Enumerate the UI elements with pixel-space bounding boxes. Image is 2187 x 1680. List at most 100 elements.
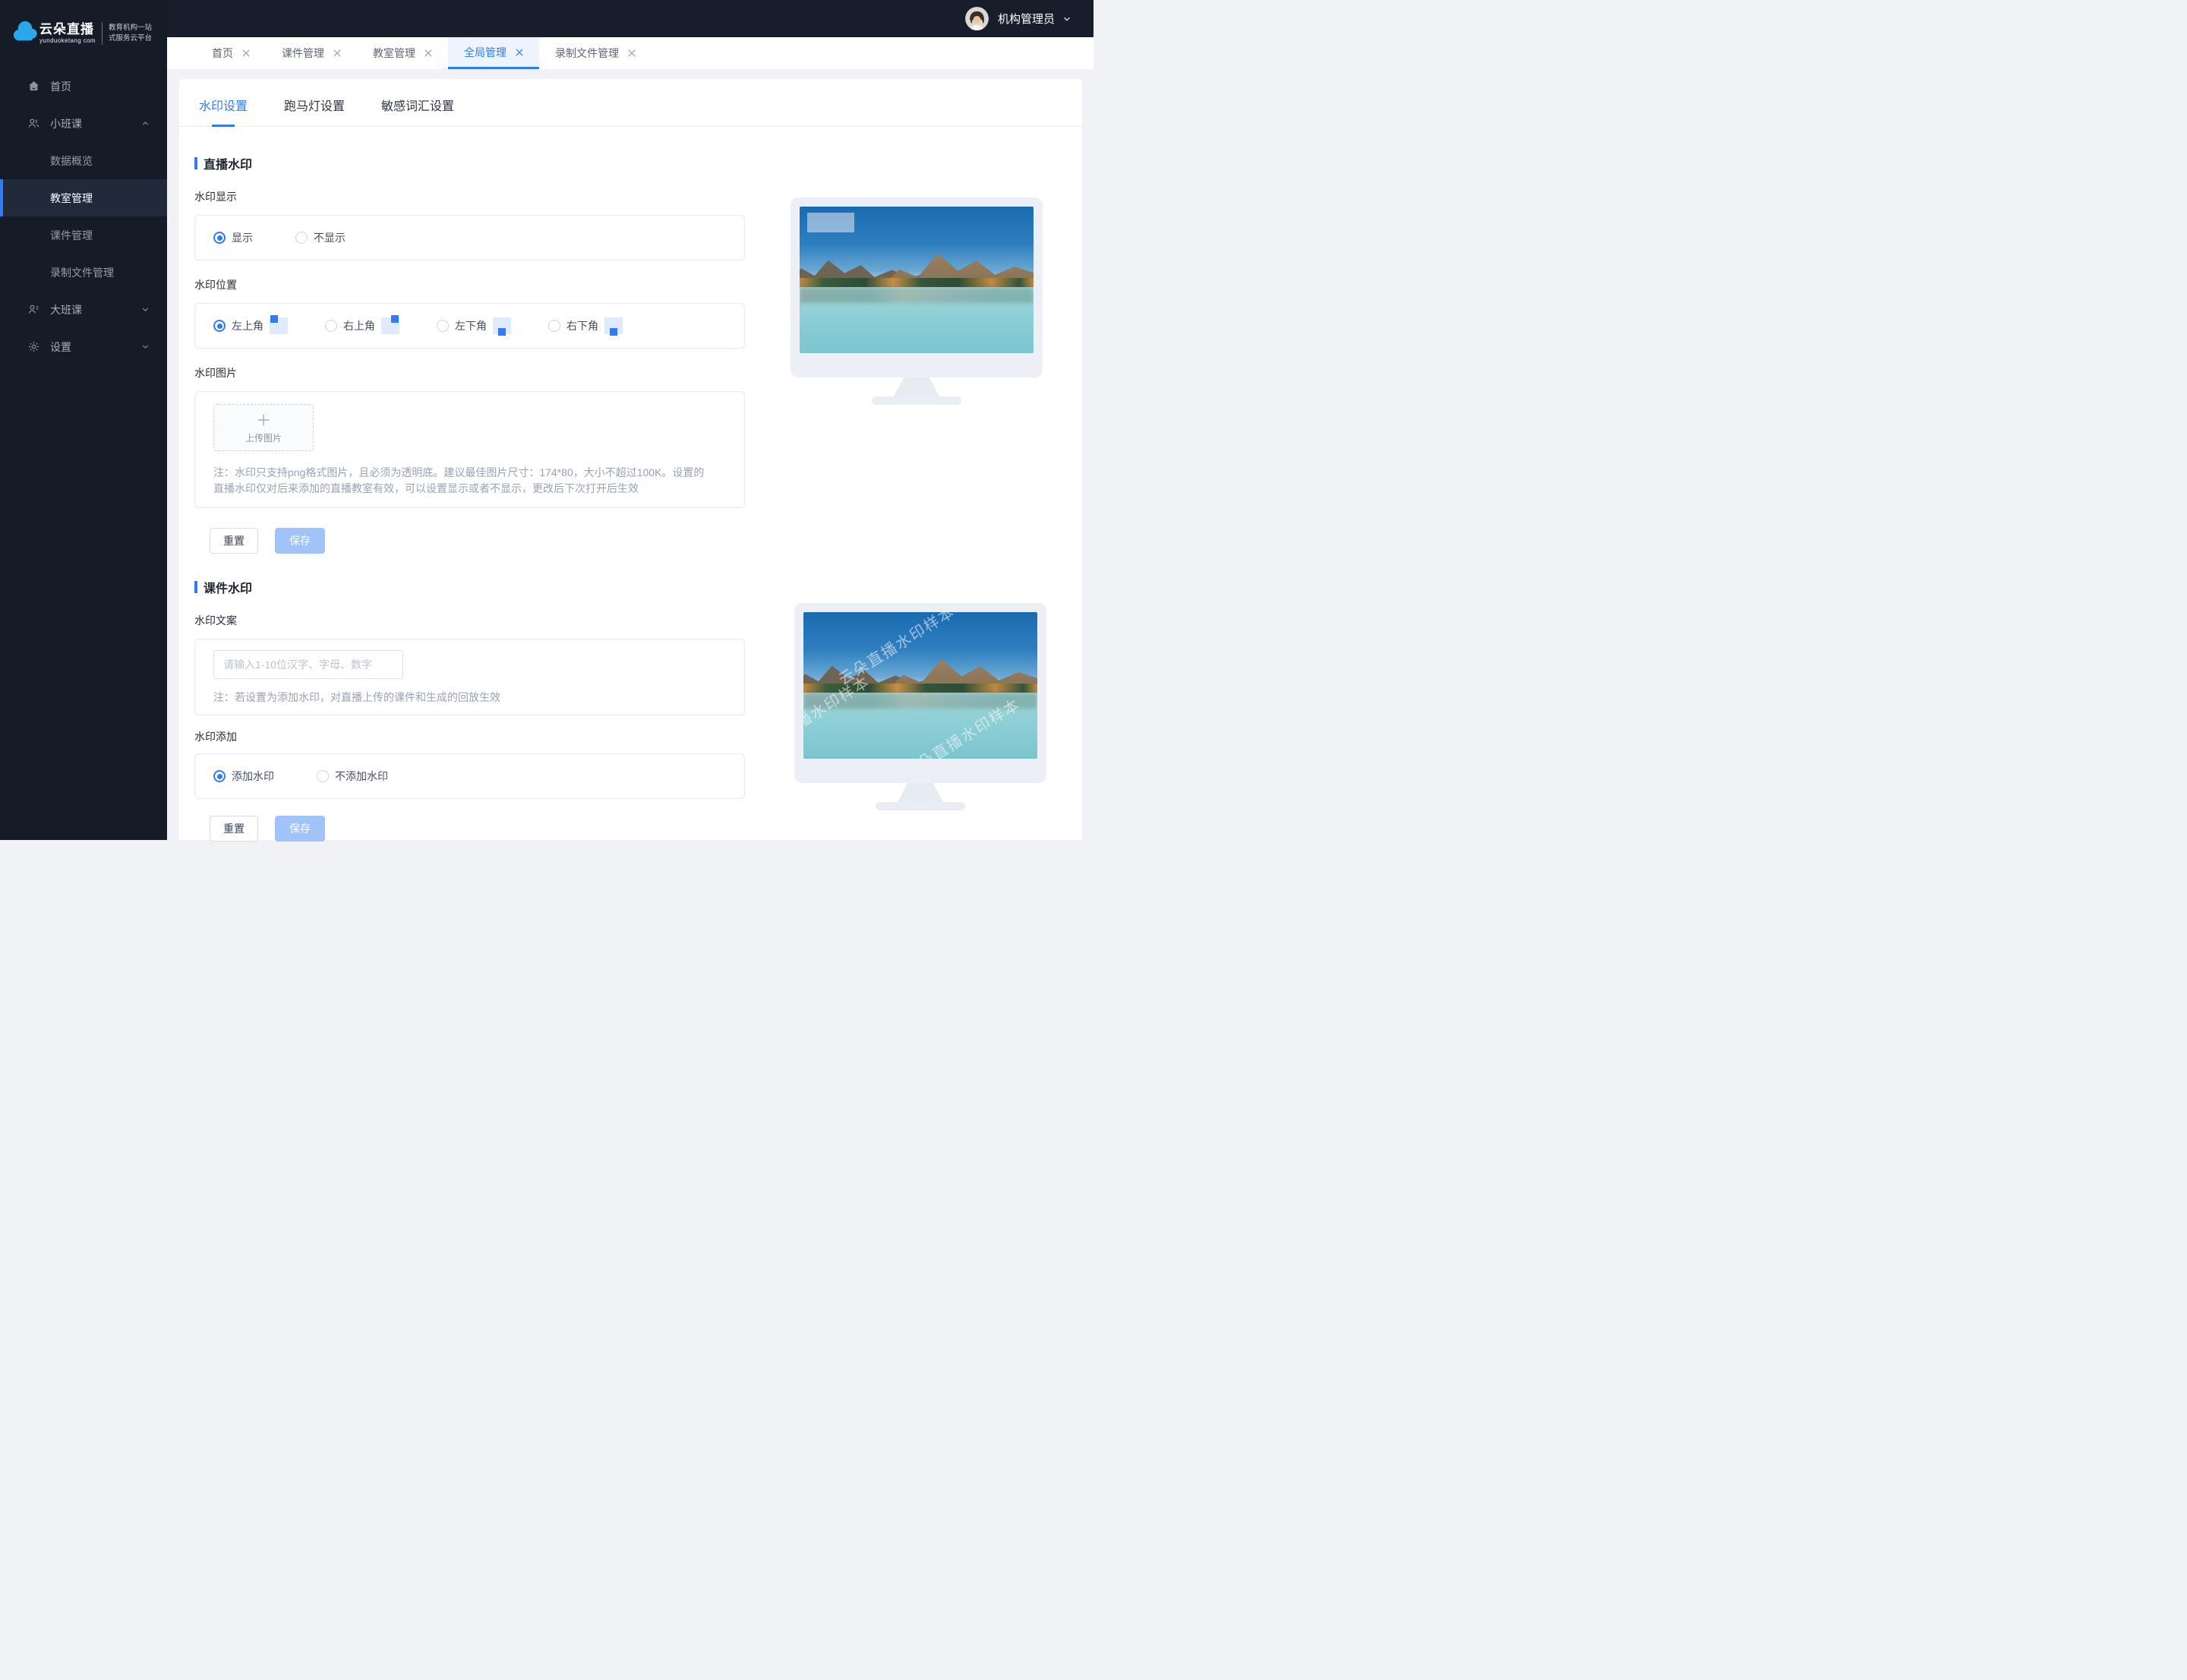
- small-class-icon: [27, 117, 40, 130]
- chevron-up-icon: [140, 118, 150, 128]
- radio-unselected-icon: [437, 320, 449, 332]
- brand-tagline-line1: 教育机构一站: [109, 23, 153, 32]
- radio-selected-icon: [213, 232, 226, 244]
- watermark-position-group: 左上角 右上角 左下角 右下角: [194, 303, 745, 349]
- position-preview-bottom-left: [493, 317, 511, 336]
- sidebar-nav: 首页 小班课 数据概览 教室管理 课件管理 录制文件管理 大班课 设置: [0, 68, 167, 365]
- sidebar-item-label: 教室管理: [50, 191, 93, 204]
- chevron-down-icon: [1062, 14, 1072, 24]
- watermark-text-box: 注：若设置为添加水印，对直播上传的课件和生成的回放生效: [194, 639, 745, 715]
- cloud-logo-icon: [12, 20, 38, 46]
- sidebar-item-label: 首页: [50, 80, 71, 93]
- plus-icon: [255, 412, 272, 428]
- subtab-sensitive-words-settings[interactable]: 敏感词汇设置: [381, 96, 454, 114]
- radio-selected-icon: [213, 770, 226, 782]
- radio-unselected-icon: [325, 320, 337, 332]
- watermark-image-note: 注：水印只支持png格式图片，且必须为透明底。建议最佳图片尺寸：174*80，大…: [213, 466, 705, 494]
- section-title-text: 直播水印: [204, 159, 253, 172]
- watermark-add-group: 添加水印 不添加水印: [194, 753, 745, 799]
- radio-add-watermark[interactable]: 添加水印: [213, 769, 274, 784]
- close-icon[interactable]: [242, 49, 250, 57]
- watermark-text-input[interactable]: [213, 650, 403, 679]
- sidebar-item-data-overview[interactable]: 数据概览: [0, 142, 167, 179]
- monitor-frame: [791, 197, 1043, 377]
- radio-position-top-left[interactable]: 左上角: [213, 315, 288, 334]
- section-title: 直播水印: [194, 154, 787, 172]
- radio-selected-icon: [213, 320, 226, 332]
- sidebar-item-label: 录制文件管理: [50, 266, 114, 279]
- watermark-display-label: 水印显示: [194, 191, 237, 203]
- large-class-icon: [27, 303, 40, 316]
- sidebar-item-home[interactable]: 首页: [0, 68, 167, 105]
- tab-courseware-management[interactable]: 课件管理: [266, 37, 357, 69]
- monitor-frame: 云朵直播水印样本 云朵直播水印样本 云朵直播水印样本 云朵直播水印样本: [794, 603, 1046, 783]
- radio-unselected-icon: [548, 320, 560, 332]
- position-preview-top-right: [381, 315, 399, 334]
- watermark-text-label: 水印文案: [194, 614, 237, 627]
- watermark-image-overlay: [807, 213, 854, 232]
- radio-position-bottom-left[interactable]: 左下角: [437, 317, 511, 336]
- save-button[interactable]: 保存: [275, 528, 325, 554]
- sidebar: 云朵直播 yunduoketang com 教育机构一站 式服务云平台 首页 小…: [0, 0, 167, 840]
- chevron-down-icon: [140, 305, 150, 314]
- sidebar-item-label: 设置: [50, 340, 71, 353]
- sidebar-item-label: 数据概览: [50, 154, 93, 167]
- home-icon: [27, 80, 40, 93]
- subtab-marquee-settings[interactable]: 跑马灯设置: [284, 96, 345, 114]
- close-icon[interactable]: [424, 49, 432, 57]
- monitor-screen: [800, 207, 1034, 353]
- live-watermark-section: 直播水印 水印显示 显示 不显示 水印位置 左上角 右上角 左下角 右下角 水印…: [179, 154, 787, 554]
- watermark-display-group: 显示 不显示: [194, 215, 745, 261]
- close-icon[interactable]: [628, 49, 636, 57]
- monitor-stand-base: [872, 396, 961, 405]
- tab-home[interactable]: 首页: [196, 37, 266, 69]
- tab-global-management[interactable]: 全局管理: [448, 37, 539, 69]
- section-title-text: 课件水印: [204, 583, 253, 595]
- app-window: 云朵直播 yunduoketang com 教育机构一站 式服务云平台 首页 小…: [0, 0, 1094, 842]
- section-title-bar: [194, 157, 197, 169]
- sidebar-item-recording-management[interactable]: 录制文件管理: [0, 254, 167, 291]
- radio-unselected-icon: [295, 232, 308, 244]
- live-watermark-actions: 重置 保存: [194, 528, 787, 554]
- monitor-stand-neck: [898, 783, 943, 802]
- position-preview-bottom-right: [604, 317, 623, 336]
- sidebar-item-small-class[interactable]: 小班课: [0, 105, 167, 142]
- subtab-watermark-settings[interactable]: 水印设置: [199, 96, 248, 114]
- section-title: 课件水印: [194, 578, 787, 596]
- section-title-bar: [194, 581, 197, 593]
- tab-recording-management[interactable]: 录制文件管理: [539, 37, 652, 69]
- watermark-image-box: 上传图片 注：水印只支持png格式图片，且必须为透明底。建议最佳图片尺寸：174…: [194, 391, 745, 508]
- radio-position-bottom-right[interactable]: 右下角: [548, 317, 623, 336]
- user-menu[interactable]: 机构管理员: [964, 7, 1072, 30]
- tab-label: 录制文件管理: [555, 47, 619, 59]
- subtab-divider: [179, 125, 1082, 127]
- logo-divider: [102, 21, 103, 45]
- close-icon[interactable]: [333, 49, 341, 57]
- page-tabbar: 首页 课件管理 教室管理 全局管理 录制文件管理: [167, 37, 1094, 69]
- close-icon[interactable]: [516, 48, 523, 56]
- brand-domain: yunduoketang com: [39, 36, 96, 44]
- sidebar-item-large-class[interactable]: 大班课: [0, 291, 167, 328]
- brand-tagline: 教育机构一站 式服务云平台: [109, 23, 152, 44]
- upload-image-button[interactable]: 上传图片: [213, 404, 314, 451]
- courseware-watermark-actions: 重置 保存: [194, 816, 787, 842]
- radio-no-watermark[interactable]: 不添加水印: [317, 769, 388, 784]
- watermark-text-note: 注：若设置为添加水印，对直播上传的课件和生成的回放生效: [213, 691, 500, 703]
- radio-display-hide[interactable]: 不显示: [295, 230, 346, 245]
- live-watermark-preview-monitor: [791, 197, 1043, 405]
- sidebar-item-label: 课件管理: [50, 229, 93, 242]
- reset-button[interactable]: 重置: [210, 816, 258, 842]
- top-header: 机构管理员: [167, 0, 1094, 37]
- sidebar-item-courseware-management[interactable]: 课件管理: [0, 216, 167, 254]
- sidebar-item-settings[interactable]: 设置: [0, 328, 167, 365]
- radio-display-show[interactable]: 显示: [213, 230, 253, 245]
- radio-position-top-right[interactable]: 右上角: [325, 315, 399, 334]
- brand-logo: 云朵直播 yunduoketang com 教育机构一站 式服务云平台: [0, 0, 167, 46]
- reset-button[interactable]: 重置: [210, 528, 258, 554]
- courseware-watermark-section: 课件水印 水印文案 注：若设置为添加水印，对直播上传的课件和生成的回放生效 水印…: [179, 578, 787, 842]
- save-button[interactable]: 保存: [275, 816, 325, 842]
- brand-name: 云朵直播: [39, 21, 94, 36]
- tab-classroom-management[interactable]: 教室管理: [357, 37, 448, 69]
- monitor-stand-base: [876, 802, 965, 810]
- sidebar-item-classroom-management[interactable]: 教室管理: [0, 179, 167, 216]
